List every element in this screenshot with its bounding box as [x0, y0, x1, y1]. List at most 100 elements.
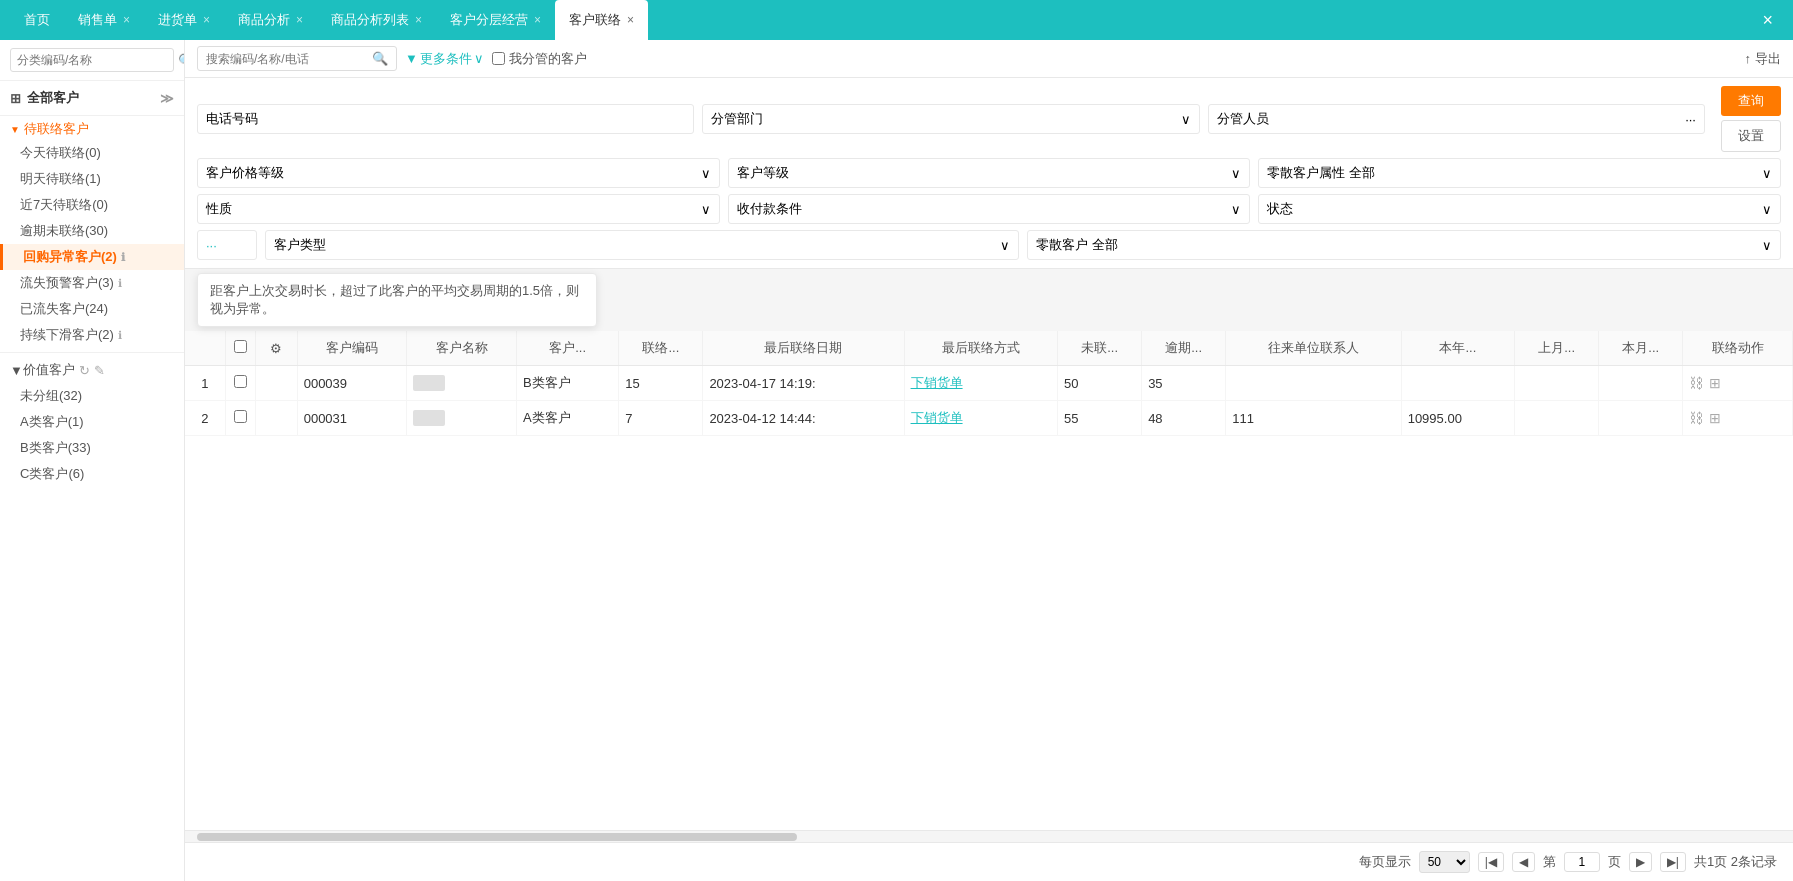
- h-scroll-thumb[interactable]: [197, 833, 797, 841]
- sidebar-overdue-pending[interactable]: 逾期未联络(30): [0, 218, 184, 244]
- col-contact-header[interactable]: 联络...: [619, 331, 703, 366]
- table-row: 1 000039 B类客户 15 2023-04-17 14:19:: [185, 366, 1793, 401]
- adv-filter-row3: 性质 ∨ 收付款条件 ∨ 状态 ∨: [197, 194, 1781, 224]
- filter-search-icon[interactable]: 🔍: [372, 51, 388, 66]
- price-grade-field[interactable]: 客户价格等级 ∨: [197, 158, 720, 188]
- col-name-header[interactable]: 客户名称: [407, 331, 517, 366]
- row1-link-icon[interactable]: ⛓: [1689, 375, 1703, 391]
- nav-product-analysis-close[interactable]: ×: [296, 13, 303, 27]
- customer-grade-field[interactable]: 客户等级 ∨: [728, 158, 1251, 188]
- sidebar-7days-pending[interactable]: 近7天待联络(0): [0, 192, 184, 218]
- filter-search-input[interactable]: [206, 52, 368, 66]
- refresh-icon[interactable]: ↻: [79, 363, 90, 378]
- info-icon-reorder: ℹ: [121, 251, 125, 264]
- nav-purchase-close[interactable]: ×: [203, 13, 210, 27]
- sidebar-search-input[interactable]: [10, 48, 174, 72]
- last-page-btn[interactable]: ▶|: [1660, 852, 1686, 872]
- row1-grid-icon[interactable]: ⊞: [1709, 375, 1721, 391]
- more-dots: ···: [206, 238, 217, 253]
- row2-checkbox[interactable]: [234, 410, 247, 423]
- adv-filter-row4: ··· 客户类型 ∨ 零散客户 全部 ∨: [197, 230, 1781, 260]
- sidebar-tomorrow-pending[interactable]: 明天待联络(1): [0, 166, 184, 192]
- nav-customer-segment[interactable]: 客户分层经营 ×: [436, 0, 555, 40]
- filter-icon: ▼: [405, 51, 418, 66]
- nav-product-analysis-list-close[interactable]: ×: [415, 13, 422, 27]
- retail-customer-field[interactable]: 零散客户 全部 ∨: [1027, 230, 1781, 260]
- window-close[interactable]: ×: [1752, 10, 1783, 31]
- row2-action: ⛓ ⊞: [1683, 401, 1793, 436]
- sidebar-collapse-btn[interactable]: ≫: [160, 91, 174, 106]
- col-last-contact-date-header[interactable]: 最后联络日期: [703, 331, 904, 366]
- row2-last-contact-method[interactable]: 下销货单: [904, 401, 1058, 436]
- row1-category: B类客户: [516, 366, 618, 401]
- row2-overdue: 48: [1142, 401, 1226, 436]
- nav-product-analysis[interactable]: 商品分析 ×: [224, 0, 317, 40]
- payment-field[interactable]: 收付款条件 ∨: [728, 194, 1251, 224]
- manager-field[interactable]: 分管人员 ···: [1208, 104, 1705, 134]
- col-last-contact-method-header[interactable]: 最后联络方式: [904, 331, 1058, 366]
- col-action-header: 联络动作: [1683, 331, 1793, 366]
- per-page-select[interactable]: 50 10 20 100: [1419, 851, 1470, 873]
- status-field[interactable]: 状态 ∨: [1258, 194, 1781, 224]
- row1-checkbox[interactable]: [234, 375, 247, 388]
- nav-sales[interactable]: 销售单 ×: [64, 0, 144, 40]
- sidebar-ungraded[interactable]: 未分组(32): [0, 383, 184, 409]
- row2-settings: [255, 401, 297, 436]
- prev-page-btn[interactable]: ◀: [1512, 852, 1535, 872]
- sidebar-lost-risk[interactable]: 流失预警客户(3) ℹ: [0, 270, 184, 296]
- sidebar-already-lost[interactable]: 已流失客户(24): [0, 296, 184, 322]
- col-this-year-header[interactable]: 本年...: [1401, 331, 1514, 366]
- first-page-btn[interactable]: |◀: [1478, 852, 1504, 872]
- select-all-checkbox[interactable]: [234, 340, 247, 353]
- nav-purchase[interactable]: 进货单 ×: [144, 0, 224, 40]
- next-page-btn[interactable]: ▶: [1629, 852, 1652, 872]
- sidebar-reorder-abnormal[interactable]: 回购异常客户(2) ℹ: [0, 244, 184, 270]
- main-layout: 🔍 ⊞ 全部客户 ≫ ▼ 待联络客户 今天待联络(0) 明天待联络(1) 近7天…: [0, 40, 1793, 881]
- nav-customer-segment-close[interactable]: ×: [534, 13, 541, 27]
- col-last-month-header[interactable]: 上月...: [1515, 331, 1599, 366]
- nav-home[interactable]: 首页: [10, 0, 64, 40]
- row2-prev-contact: 111: [1226, 401, 1401, 436]
- horizontal-scrollbar[interactable]: [185, 830, 1793, 842]
- sidebar-a-class[interactable]: A类客户(1): [0, 409, 184, 435]
- col-category-header[interactable]: 客户...: [516, 331, 618, 366]
- sidebar-b-class[interactable]: B类客户(33): [0, 435, 184, 461]
- filter-more-btn[interactable]: ▼ 更多条件 ∨: [405, 50, 484, 68]
- row2-num: 2: [185, 401, 225, 436]
- customer-type-field[interactable]: 客户类型 ∨: [265, 230, 1019, 260]
- all-customers-section: ⊞ 全部客户 ≫: [0, 81, 184, 116]
- customer-table: ⚙ 客户编码 客户名称 客户... 联络...: [185, 331, 1793, 436]
- nav-product-analysis-list[interactable]: 商品分析列表 ×: [317, 0, 436, 40]
- col-settings-header[interactable]: ⚙: [255, 331, 297, 366]
- row2-last-contact-date: 2023-04-12 14:44:: [703, 401, 904, 436]
- row2-link-icon[interactable]: ⛓: [1689, 410, 1703, 426]
- dept-field[interactable]: 分管部门 ∨: [702, 104, 1199, 134]
- col-unreplied-header[interactable]: 未联...: [1058, 331, 1142, 366]
- col-code-header[interactable]: 客户编码: [297, 331, 407, 366]
- col-overdue-header[interactable]: 逾期...: [1142, 331, 1226, 366]
- my-customers-checkbox[interactable]: [492, 52, 505, 65]
- sidebar-today-pending[interactable]: 今天待联络(0): [0, 140, 184, 166]
- dept-chevron: ∨: [1181, 112, 1191, 127]
- sidebar-declining[interactable]: 持续下滑客户(2) ℹ: [0, 322, 184, 348]
- sidebar-search-btn[interactable]: 🔍: [178, 53, 185, 68]
- nav-customer-contact-close[interactable]: ×: [627, 13, 634, 27]
- page-input[interactable]: [1564, 852, 1600, 872]
- row2-grid-icon[interactable]: ⊞: [1709, 410, 1721, 426]
- retail-attr-field[interactable]: 零散客户属性 全部 ∨: [1258, 158, 1781, 188]
- settings-button[interactable]: 设置: [1721, 120, 1781, 152]
- export-btn[interactable]: ↑ 导出: [1745, 50, 1782, 68]
- triangle-icon-2: ▼: [10, 363, 23, 378]
- edit-icon[interactable]: ✎: [94, 363, 105, 378]
- query-button[interactable]: 查询: [1721, 86, 1781, 116]
- col-this-month-header[interactable]: 本月...: [1599, 331, 1683, 366]
- row1-last-contact-method[interactable]: 下销货单: [904, 366, 1058, 401]
- nav-customer-contact[interactable]: 客户联络 ×: [555, 0, 648, 40]
- col-prev-contact-header[interactable]: 往来单位联系人: [1226, 331, 1401, 366]
- adv-filter-row2: 客户价格等级 ∨ 客户等级 ∨ 零散客户属性 全部 ∨: [197, 158, 1781, 188]
- nature-field[interactable]: 性质 ∨: [197, 194, 720, 224]
- row2-this-year: 10995.00: [1401, 401, 1514, 436]
- nav-sales-close[interactable]: ×: [123, 13, 130, 27]
- sidebar-c-class[interactable]: C类客户(6): [0, 461, 184, 487]
- more-dots-field[interactable]: ···: [197, 230, 257, 260]
